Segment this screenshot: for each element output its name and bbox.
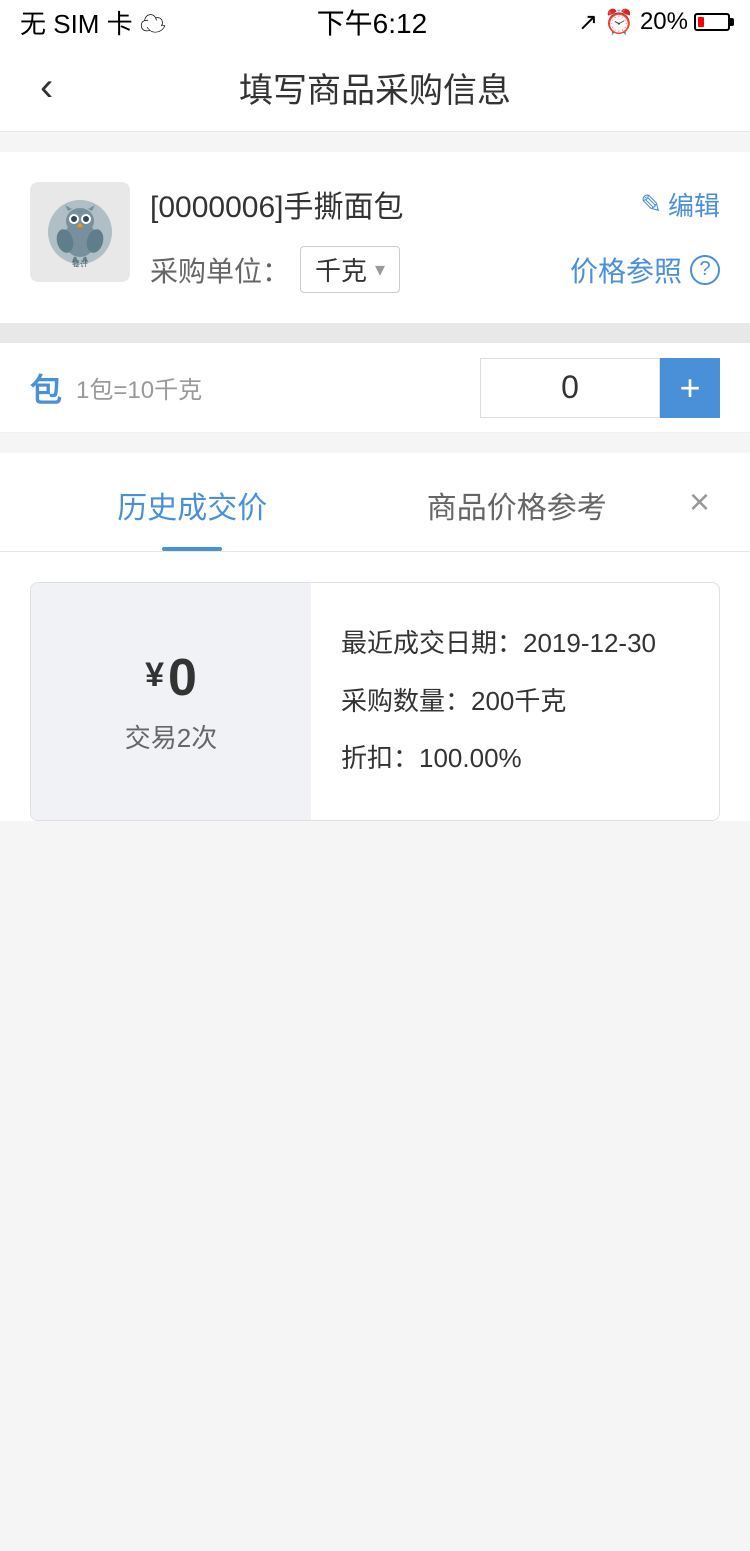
svg-text:餐计: 餐计	[72, 259, 88, 267]
quantity-row: 包 1包=10千克 0 +	[0, 343, 750, 433]
location-icon: ↗	[578, 8, 598, 37]
status-time: 下午6:12	[317, 2, 428, 42]
recent-date-label: 最近成交日期：	[341, 628, 523, 658]
tabs-panel: 历史成交价 商品价格参考 × ¥ 0 交易2次 最近成交日期：2019-12-3…	[0, 453, 750, 821]
help-icon: ?	[690, 255, 720, 285]
price-ref-label: 价格参照	[570, 250, 682, 290]
section-divider	[0, 323, 750, 343]
product-details: [0000006]手撕面包 ✎ 编辑 采购单位： 千克 ▾ 价格参照 ?	[150, 182, 720, 293]
recent-date-value: 2019-12-30	[523, 628, 656, 658]
trade-summary: ¥ 0 交易2次	[31, 583, 311, 820]
dropdown-icon: ▾	[375, 257, 385, 282]
product-unit-row: 采购单位： 千克 ▾ 价格参照 ?	[150, 246, 720, 293]
qty-input[interactable]: 0	[480, 358, 660, 418]
qty-info-label: 采购数量：	[341, 686, 471, 716]
product-section: 餐计 [0000006]手撕面包 ✎ 编辑 采购单位： 千克 ▾ 价格参照 ?	[0, 152, 750, 323]
unit-label: 采购单位：	[150, 250, 290, 290]
status-bar: 无 SIM 卡 ☁ 下午6:12 ↗ ⏰ 20%	[0, 0, 750, 44]
product-header: [0000006]手撕面包 ✎ 编辑	[150, 182, 720, 226]
edit-button[interactable]: ✎ 编辑	[640, 186, 720, 223]
currency-symbol: ¥	[145, 656, 164, 695]
price-ref-button[interactable]: 价格参照 ?	[570, 250, 720, 290]
unit-value: 千克	[315, 251, 367, 288]
edit-icon: ✎	[640, 189, 662, 220]
nav-bar: ‹ 填写商品采购信息	[0, 44, 750, 132]
status-left: 无 SIM 卡 ☁	[20, 4, 166, 41]
tab-close-button[interactable]: ×	[679, 471, 720, 533]
bag-label: 包	[30, 365, 62, 411]
qty-info-value: 200千克	[471, 686, 566, 716]
product-image: 餐计	[30, 182, 130, 282]
discount-value: 100.00%	[419, 743, 522, 773]
tab-product-price-ref[interactable]: 商品价格参考	[354, 453, 678, 551]
trade-card: ¥ 0 交易2次 最近成交日期：2019-12-30 采购数量：200千克 折扣…	[30, 582, 720, 821]
tabs-header: 历史成交价 商品价格参考 ×	[0, 453, 750, 552]
trade-price: ¥ 0	[145, 648, 197, 708]
unit-select[interactable]: 千克 ▾	[300, 246, 400, 293]
discount-row: 折扣：100.00%	[341, 738, 689, 780]
discount-label: 折扣：	[341, 743, 419, 773]
qty-label-group: 包 1包=10千克	[30, 365, 202, 411]
trade-details: 最近成交日期：2019-12-30 采购数量：200千克 折扣：100.00%	[311, 583, 719, 820]
tab-history-price[interactable]: 历史成交价	[30, 453, 354, 551]
status-right: ↗ ⏰ 20%	[578, 8, 730, 37]
qty-row: 采购数量：200千克	[341, 681, 689, 723]
main-content	[0, 851, 750, 1551]
product-name: [0000006]手撕面包	[150, 182, 403, 226]
battery-percent: 20%	[640, 8, 688, 36]
recent-date-row: 最近成交日期：2019-12-30	[341, 623, 689, 665]
trade-count: 交易2次	[125, 718, 217, 755]
back-button[interactable]: ‹	[30, 55, 63, 120]
qty-subtext: 1包=10千克	[76, 370, 202, 405]
price-value: 0	[168, 648, 197, 708]
page-title: 填写商品采购信息	[239, 63, 511, 112]
alarm-icon: ⏰	[604, 8, 634, 37]
qty-controls: 0 +	[480, 358, 720, 418]
product-logo: 餐计	[45, 197, 115, 267]
battery-icon	[694, 13, 730, 31]
edit-label: 编辑	[668, 186, 720, 223]
qty-plus-button[interactable]: +	[660, 358, 720, 418]
